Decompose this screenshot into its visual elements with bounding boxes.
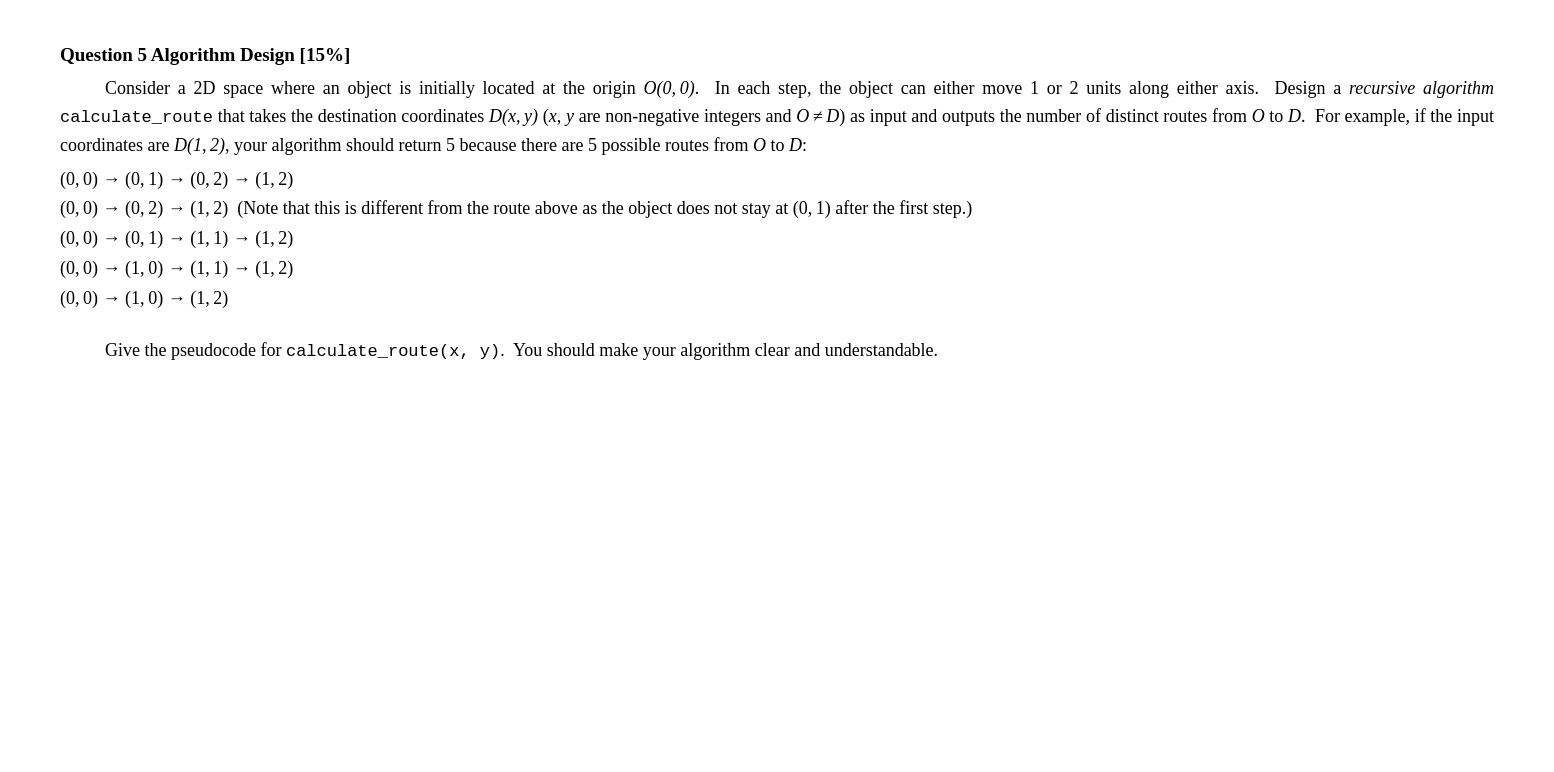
route-5: (0, 0) → (1, 0) → (1, 2) — [60, 285, 1494, 313]
O-ref1: O — [1252, 106, 1265, 126]
paragraph-1: Consider a 2D space where an object is i… — [60, 75, 1494, 159]
route4-text: (0, 0) → (1, 0) → (1, 1) → (1, 2) — [60, 258, 293, 278]
D-ref1: D — [1288, 106, 1301, 126]
route-4: (0, 0) → (1, 0) → (1, 1) → (1, 2) — [60, 255, 1494, 283]
para1-text: Consider a 2D space where an object is i… — [60, 78, 1494, 154]
route5-text: (0, 0) → (1, 0) → (1, 2) — [60, 288, 228, 308]
d12-ref: D(1, 2) — [174, 135, 225, 155]
italic-phrase: recursive algorithm — [1349, 78, 1494, 98]
route-2-with-note: (0, 0) → (0, 2) → (1, 2) (Note that this… — [60, 195, 1494, 223]
O-ref2: O — [753, 135, 766, 155]
neq-expr: O ≠ D — [796, 106, 839, 126]
pseudocode-paragraph: Give the pseudocode for calculate_route(… — [60, 337, 1494, 365]
routes-block: (0, 0) → (0, 1) → (0, 2) → (1, 2) (0, 0)… — [60, 166, 1494, 313]
func-name-2: calculate_route(x, y) — [286, 342, 500, 361]
question-title: Question 5 Algorithm Design [15%] — [60, 40, 1494, 69]
title-text: Question 5 Algorithm Design [15%] — [60, 44, 350, 65]
route-1: (0, 0) → (0, 1) → (0, 2) → (1, 2) — [60, 166, 1494, 194]
route1-text: (0, 0) → (0, 1) → (0, 2) → (1, 2) — [60, 169, 293, 189]
dest-coords: D(x, y) — [489, 106, 538, 126]
pseudocode-section: Give the pseudocode for calculate_route(… — [60, 337, 1494, 365]
route2-text: (0, 0) → (0, 2) → (1, 2) (Note that this… — [60, 198, 972, 218]
origin-math: O(0, 0) — [644, 78, 695, 98]
func-name-1: calculate_route — [60, 108, 213, 127]
route3-text: (0, 0) → (0, 1) → (1, 1) → (1, 2) — [60, 228, 293, 248]
route-3: (0, 0) → (0, 1) → (1, 1) → (1, 2) — [60, 225, 1494, 253]
D-ref2: D — [789, 135, 802, 155]
pseudocode-intro-text: Give the pseudocode for calculate_route(… — [105, 340, 938, 360]
question-container: Question 5 Algorithm Design [15%] Consid… — [60, 40, 1494, 365]
